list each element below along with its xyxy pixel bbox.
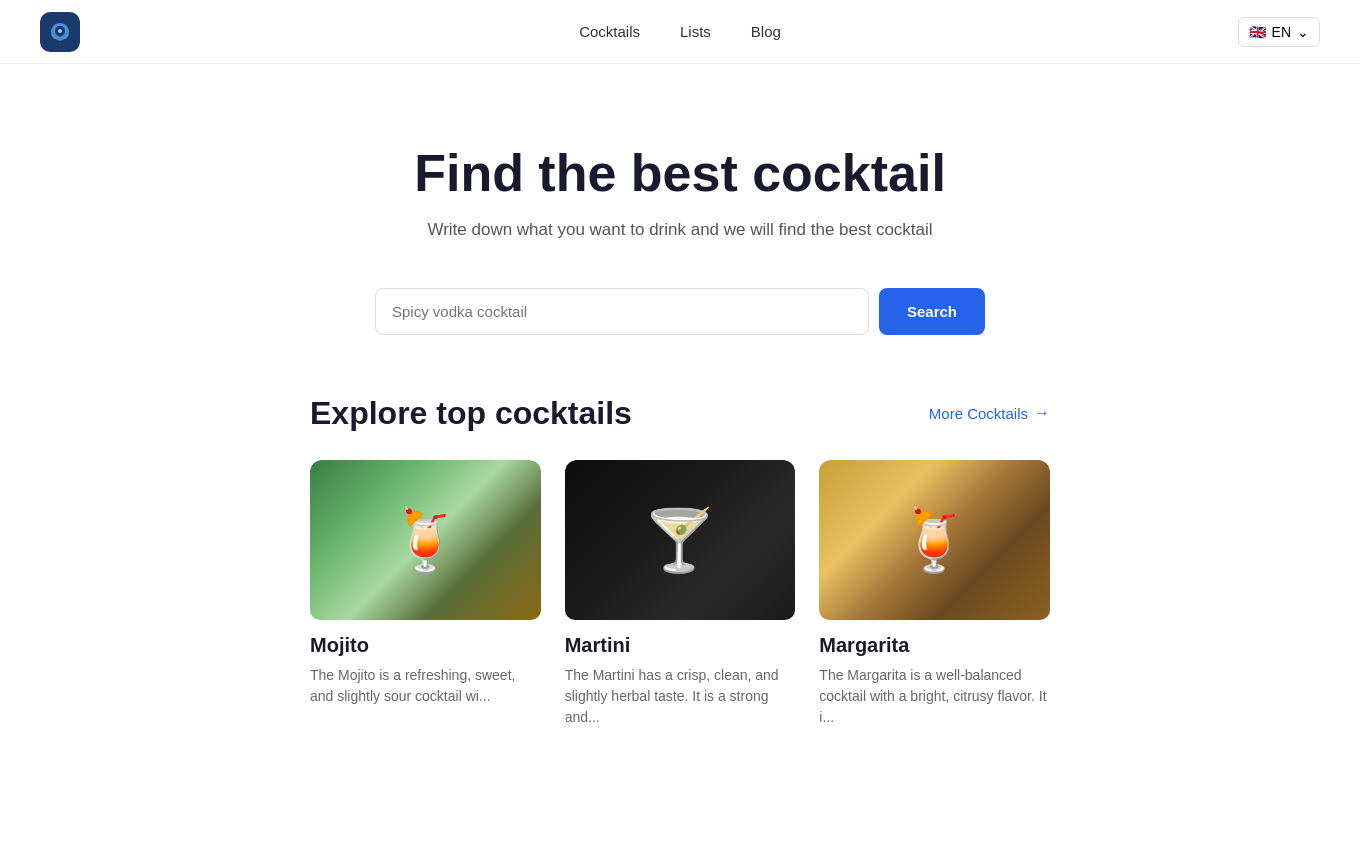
- nav-blog[interactable]: Blog: [751, 23, 781, 40]
- search-input[interactable]: [375, 288, 869, 335]
- card-mojito[interactable]: Mojito The Mojito is a refreshing, sweet…: [310, 460, 541, 728]
- chevron-icon: ⌄: [1297, 24, 1309, 40]
- nav-links: Cocktails Lists Blog: [579, 23, 781, 41]
- logo[interactable]: [40, 12, 80, 52]
- svg-point-0: [58, 29, 62, 33]
- margarita-description: The Margarita is a well-balanced cocktai…: [819, 665, 1050, 728]
- cards-grid: Mojito The Mojito is a refreshing, sweet…: [310, 460, 1050, 728]
- more-cocktails-label: More Cocktails: [929, 405, 1028, 422]
- nav-cocktails[interactable]: Cocktails: [579, 23, 640, 40]
- mojito-image: [310, 460, 541, 620]
- hero-title: Find the best cocktail: [414, 144, 946, 204]
- nav-lists[interactable]: Lists: [680, 23, 711, 40]
- search-row: Search: [375, 288, 985, 335]
- section-header: Explore top cocktails More Cocktails: [310, 395, 1050, 432]
- margarita-name: Margarita: [819, 634, 1050, 657]
- lang-label: EN: [1272, 24, 1291, 40]
- martini-description: The Martini has a crisp, clean, and slig…: [565, 665, 796, 728]
- mojito-name: Mojito: [310, 634, 541, 657]
- card-margarita[interactable]: Margarita The Margarita is a well-balanc…: [819, 460, 1050, 728]
- navbar: Cocktails Lists Blog 🇬🇧 EN ⌄: [0, 0, 1360, 64]
- martini-name: Martini: [565, 634, 796, 657]
- hero-subtitle: Write down what you want to drink and we…: [427, 220, 932, 240]
- martini-illustration: [565, 460, 796, 620]
- language-selector[interactable]: 🇬🇧 EN ⌄: [1238, 17, 1320, 47]
- hero-section: Find the best cocktail Write down what y…: [0, 64, 1360, 395]
- mojito-description: The Mojito is a refreshing, sweet, and s…: [310, 665, 541, 707]
- margarita-illustration: [819, 460, 1050, 620]
- section-title: Explore top cocktails: [310, 395, 632, 432]
- cocktails-section: Explore top cocktails More Cocktails Moj…: [270, 395, 1090, 808]
- card-martini[interactable]: Martini The Martini has a crisp, clean, …: [565, 460, 796, 728]
- more-cocktails-link[interactable]: More Cocktails: [929, 404, 1050, 422]
- martini-image: [565, 460, 796, 620]
- arrow-right-icon: [1034, 404, 1050, 422]
- flag-icon: 🇬🇧: [1249, 24, 1266, 40]
- mojito-illustration: [310, 460, 541, 620]
- logo-icon: [40, 12, 80, 52]
- margarita-image: [819, 460, 1050, 620]
- search-button[interactable]: Search: [879, 288, 985, 335]
